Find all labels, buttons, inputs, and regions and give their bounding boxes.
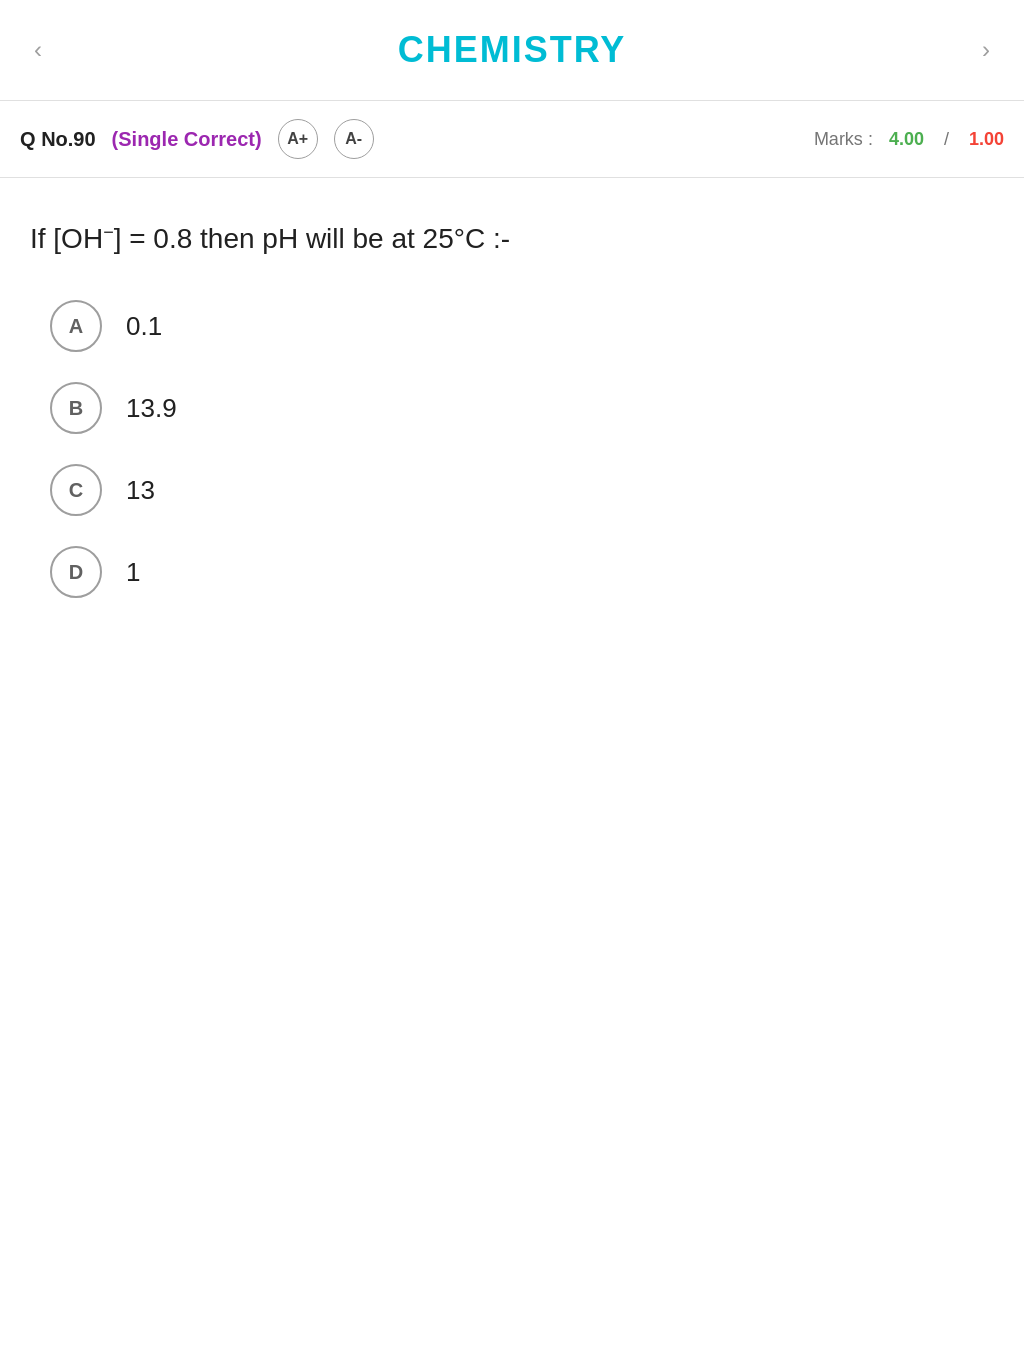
- marks-label: Marks :: [814, 129, 873, 150]
- options-list: A 0.1 B 13.9 C 13 D 1: [30, 300, 994, 598]
- option-a-circle: A: [50, 300, 102, 352]
- option-b-circle: B: [50, 382, 102, 434]
- page-wrapper: ‹ CHEMISTRY › Q No.90 (Single Correct) A…: [0, 0, 1024, 1352]
- option-a[interactable]: A 0.1: [50, 300, 994, 352]
- question-meta-bar: Q No.90 (Single Correct) A+ A- Marks : 4…: [0, 101, 1024, 178]
- question-body: If [OH−] = 0.8 then pH will be at 25°C :…: [0, 178, 1024, 628]
- font-increase-button[interactable]: A+: [278, 119, 318, 159]
- marks-positive-value: 4.00: [889, 129, 924, 150]
- option-c-circle: C: [50, 464, 102, 516]
- marks-separator: /: [944, 129, 949, 150]
- font-decrease-button[interactable]: A-: [334, 119, 374, 159]
- header: ‹ CHEMISTRY ›: [0, 0, 1024, 101]
- option-d-circle: D: [50, 546, 102, 598]
- option-d-text: 1: [126, 557, 140, 588]
- marks-negative-value: 1.00: [969, 129, 1004, 150]
- option-b[interactable]: B 13.9: [50, 382, 994, 434]
- question-text: If [OH−] = 0.8 then pH will be at 25°C :…: [30, 218, 994, 260]
- option-a-text: 0.1: [126, 311, 162, 342]
- option-c-text: 13: [126, 475, 155, 506]
- option-b-text: 13.9: [126, 393, 177, 424]
- question-number-label: Q No.90: [20, 128, 96, 151]
- page-title: CHEMISTRY: [60, 29, 964, 71]
- option-c[interactable]: C 13: [50, 464, 994, 516]
- prev-arrow-button[interactable]: ‹: [16, 20, 60, 80]
- option-d[interactable]: D 1: [50, 546, 994, 598]
- question-type-label: (Single Correct): [112, 128, 262, 151]
- next-arrow-button[interactable]: ›: [964, 20, 1008, 80]
